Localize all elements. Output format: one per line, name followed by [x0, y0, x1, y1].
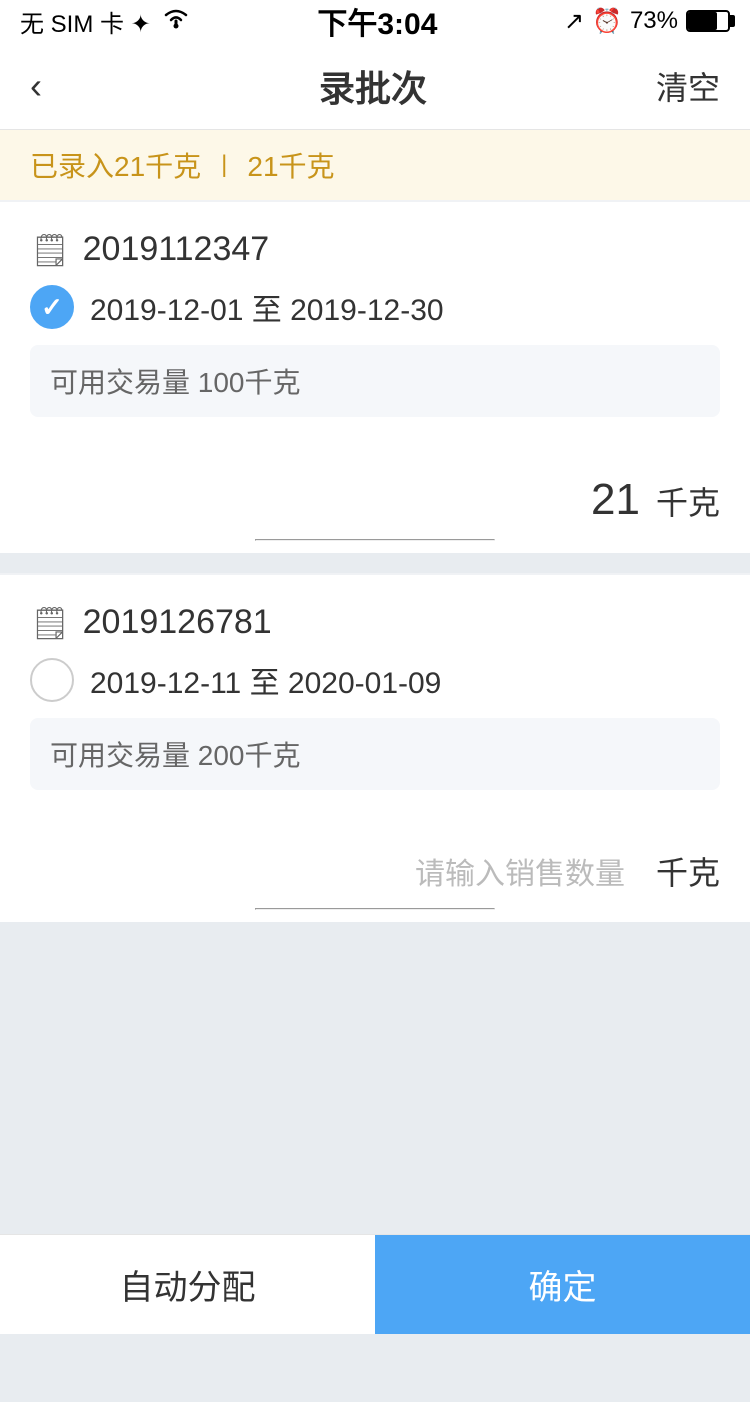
- nav-bar: ‹ 录批次 清空: [0, 42, 750, 130]
- input-unit-2: 千克: [656, 848, 720, 894]
- recorded-label: 已录入21千克: [30, 145, 201, 185]
- alarm-icon: ⏰: [592, 7, 622, 36]
- batch-header-2: 🗒 2019126781: [30, 603, 720, 642]
- batch-number-2: 2019126781: [83, 603, 272, 642]
- batch-date-2: 2019-12-11 至 2020-01-09: [90, 658, 441, 702]
- batch-number-1: 2019112347: [83, 230, 270, 269]
- radio-check-icon-1: ✓: [41, 292, 63, 323]
- divider-row-1: [0, 539, 750, 553]
- radio-btn-2[interactable]: [30, 658, 74, 702]
- batch-date-1: 2019-12-01 至 2019-12-30: [90, 285, 444, 329]
- amount-row-1: 21 千克: [0, 465, 750, 539]
- section-separator: [0, 553, 750, 573]
- divider-2: [255, 908, 495, 910]
- sim-label: 无 SIM 卡 ✦: [20, 4, 151, 39]
- page-title: 录批次: [319, 60, 427, 112]
- info-bar: 已录入21千克 | 21千克: [0, 130, 750, 200]
- input-row-2: 千克: [0, 838, 750, 908]
- battery-icon: [686, 10, 730, 32]
- location-icon: ↗: [564, 7, 584, 36]
- batch-header-1: 🗒 2019112347: [30, 230, 720, 269]
- status-left: 无 SIM 卡 ✦: [20, 4, 191, 39]
- status-right: ↗ ⏰ 73%: [564, 7, 730, 36]
- back-button[interactable]: ‹: [30, 65, 90, 107]
- status-time: 下午3:04: [317, 0, 437, 43]
- radio-btn-1[interactable]: ✓: [30, 285, 74, 329]
- avail-box-2: 可用交易量 200千克: [30, 718, 720, 790]
- divider-1: [255, 539, 495, 541]
- info-divider: |: [221, 151, 227, 179]
- status-bar: 无 SIM 卡 ✦ 下午3:04 ↗ ⏰ 73%: [0, 0, 750, 42]
- quantity-input-2[interactable]: [340, 855, 640, 892]
- batch-card-1: 🗒 2019112347 ✓ 2019-12-01 至 2019-12-30 可…: [0, 202, 750, 465]
- wifi-icon: [161, 7, 191, 36]
- divider-row-2: [0, 908, 750, 922]
- avail-box-1: 可用交易量 100千克: [30, 345, 720, 417]
- battery-percent: 73%: [630, 7, 678, 35]
- batch-date-row-1[interactable]: ✓ 2019-12-01 至 2019-12-30: [30, 285, 720, 329]
- recorded-value: 21千克: [247, 145, 334, 185]
- confirm-button[interactable]: 确定: [375, 1235, 750, 1334]
- amount-unit-1: 千克: [656, 478, 720, 524]
- batch-doc-icon-1: 🗒: [30, 231, 71, 269]
- clear-button[interactable]: 清空: [656, 63, 720, 109]
- bottom-bar: 自动分配 确定: [0, 1234, 750, 1334]
- batch-doc-icon-2: 🗒: [30, 604, 71, 642]
- auto-distribute-button[interactable]: 自动分配: [0, 1235, 375, 1334]
- batch-card-2: 🗒 2019126781 2019-12-11 至 2020-01-09 可用交…: [0, 575, 750, 838]
- batch-date-row-2[interactable]: 2019-12-11 至 2020-01-09: [30, 658, 720, 702]
- amount-value-1: 21: [591, 475, 640, 525]
